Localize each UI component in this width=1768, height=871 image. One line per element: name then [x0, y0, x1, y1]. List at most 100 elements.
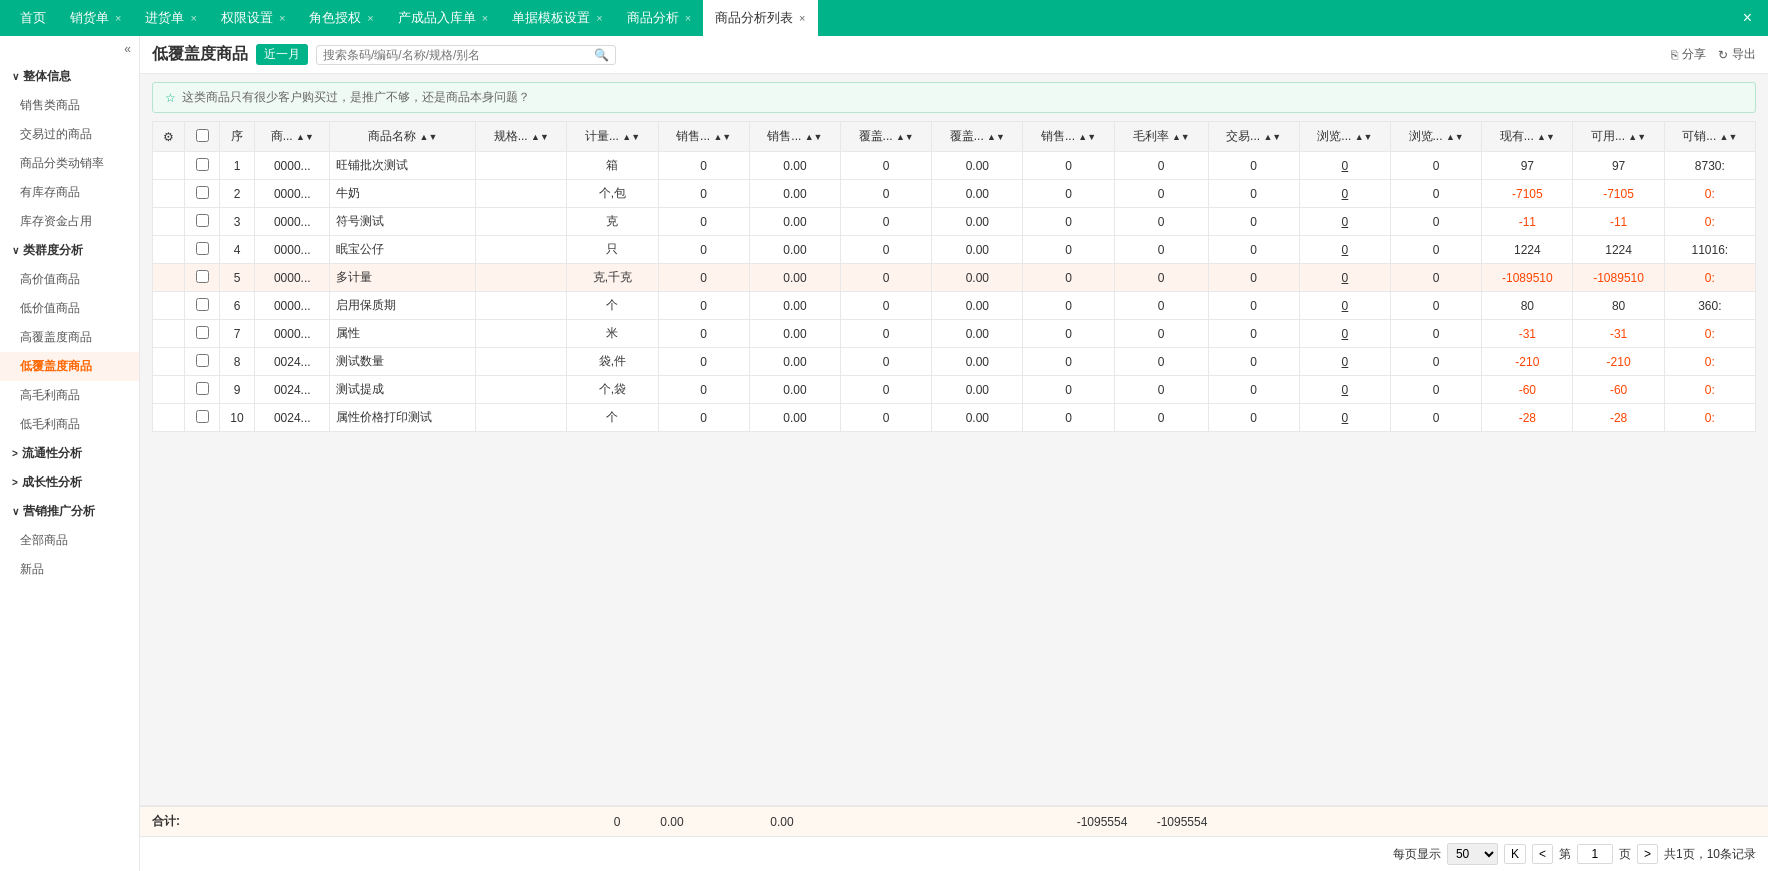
view-link[interactable]: 0: [1342, 271, 1349, 285]
sellable-col-header[interactable]: 可销... ▲▼: [1664, 122, 1755, 152]
table-row: 100024...属性价格打印测试个00.0000.0000000-28-280…: [153, 404, 1756, 432]
prev-page-button[interactable]: <: [1532, 844, 1553, 864]
sidebar-item-high-margin[interactable]: 高毛利商品: [0, 381, 139, 410]
sidebar-section-cluster[interactable]: ∨ 类群度分析: [0, 236, 139, 265]
nav-item-template-settings[interactable]: 单据模板设置×: [500, 0, 614, 36]
nav-item-finished-goods[interactable]: 产成品入库单×: [386, 0, 500, 36]
table-wrapper: ⚙ 序 商... ▲▼ 商品名称 ▲▼ 规格... ▲▼ 计量... ▲▼ 销售…: [140, 121, 1768, 805]
table-cell: [476, 376, 567, 404]
sidebar-item-all-products[interactable]: 全部商品: [0, 526, 139, 555]
view-link[interactable]: 0: [1342, 187, 1349, 201]
table-cell: 克: [567, 208, 658, 236]
page-number-input[interactable]: [1577, 844, 1613, 864]
row-checkbox[interactable]: [196, 242, 209, 255]
row-checkbox[interactable]: [196, 298, 209, 311]
sidebar-item-sales-products[interactable]: 销售类商品: [0, 91, 139, 120]
table-row: 10000...旺铺批次测试箱00.0000.000000097978730:: [153, 152, 1756, 180]
view-link[interactable]: 0: [1342, 243, 1349, 257]
sidebar-section-growth[interactable]: > 成长性分析: [0, 468, 139, 497]
sales-amount-col-header[interactable]: 销售... ▲▼: [749, 122, 840, 152]
close-icon[interactable]: ×: [685, 12, 691, 24]
window-close-button[interactable]: ×: [1735, 9, 1760, 27]
select-all-checkbox[interactable]: [196, 129, 209, 142]
current-col-header[interactable]: 现有... ▲▼: [1482, 122, 1573, 152]
table-cell: 只: [567, 236, 658, 264]
close-icon[interactable]: ×: [596, 12, 602, 24]
close-icon[interactable]: ×: [190, 12, 196, 24]
settings-col-header[interactable]: ⚙: [153, 122, 185, 152]
nav-item-roles[interactable]: 角色授权×: [297, 0, 385, 36]
sidebar-item-category-turnover[interactable]: 商品分类动销率: [0, 149, 139, 178]
close-icon[interactable]: ×: [367, 12, 373, 24]
row-checkbox[interactable]: [196, 382, 209, 395]
table-cell: 0: [1208, 348, 1299, 376]
close-icon[interactable]: ×: [482, 12, 488, 24]
sidebar-item-new-products[interactable]: 新品: [0, 555, 139, 584]
row-checkbox[interactable]: [196, 214, 209, 227]
table-cell: [153, 208, 185, 236]
table-cell: [153, 376, 185, 404]
time-filter-button[interactable]: 近一月: [256, 44, 308, 65]
close-icon[interactable]: ×: [279, 12, 285, 24]
code-col-header[interactable]: 商... ▲▼: [255, 122, 330, 152]
coverage1-col-header[interactable]: 覆盖... ▲▼: [841, 122, 932, 152]
view-link[interactable]: 0: [1342, 215, 1349, 229]
share-button[interactable]: ⎘ 分享: [1671, 46, 1706, 63]
sidebar-section-marketing[interactable]: ∨ 营销推广分析: [0, 497, 139, 526]
view-link[interactable]: 0: [1342, 327, 1349, 341]
export-button[interactable]: ↻ 导出: [1718, 46, 1756, 63]
spec-col-header[interactable]: 规格... ▲▼: [476, 122, 567, 152]
table-cell: 0: [1023, 180, 1114, 208]
sidebar-item-traded-products[interactable]: 交易过的商品: [0, 120, 139, 149]
sales3-col-header[interactable]: 销售... ▲▼: [1023, 122, 1114, 152]
row-checkbox[interactable]: [196, 158, 209, 171]
view-link[interactable]: 0: [1342, 383, 1349, 397]
table-cell: 0: [658, 320, 749, 348]
sidebar-collapse-button[interactable]: «: [0, 36, 139, 62]
table-row: 30000...符号测试克00.0000.0000000-11-110:: [153, 208, 1756, 236]
table-cell: 80: [1482, 292, 1573, 320]
table-cell: 0: [1208, 320, 1299, 348]
sidebar-section-overall[interactable]: ∨ 整体信息: [0, 62, 139, 91]
gross-rate-col-header[interactable]: 毛利率 ▲▼: [1114, 122, 1208, 152]
next-page-button[interactable]: >: [1637, 844, 1658, 864]
row-checkbox[interactable]: [196, 410, 209, 423]
sidebar-item-low-value[interactable]: 低价值商品: [0, 294, 139, 323]
sidebar-item-low-margin[interactable]: 低毛利商品: [0, 410, 139, 439]
close-icon[interactable]: ×: [799, 12, 805, 24]
view-link[interactable]: 0: [1342, 299, 1349, 313]
close-icon[interactable]: ×: [115, 12, 121, 24]
sidebar-item-inventory-capital[interactable]: 库存资金占用: [0, 207, 139, 236]
search-icon[interactable]: 🔍: [594, 48, 609, 62]
nav-item-sales[interactable]: 销货单×: [58, 0, 133, 36]
nav-item-product-analysis[interactable]: 商品分析×: [615, 0, 703, 36]
unit-col-header[interactable]: 计量... ▲▼: [567, 122, 658, 152]
first-page-button[interactable]: K: [1504, 844, 1526, 864]
view-link[interactable]: 0: [1342, 159, 1349, 173]
sidebar-item-inventory-products[interactable]: 有库存商品: [0, 178, 139, 207]
row-checkbox[interactable]: [196, 186, 209, 199]
nav-item-home[interactable]: 首页: [8, 0, 58, 36]
row-checkbox[interactable]: [196, 354, 209, 367]
view1-col-header[interactable]: 浏览... ▲▼: [1299, 122, 1390, 152]
sidebar-item-high-value[interactable]: 高价值商品: [0, 265, 139, 294]
view-link[interactable]: 0: [1342, 411, 1349, 425]
row-checkbox[interactable]: [196, 270, 209, 283]
sidebar-item-low-coverage[interactable]: 低覆盖度商品: [0, 352, 139, 381]
view-link[interactable]: 0: [1342, 355, 1349, 369]
nav-item-product-analysis-list[interactable]: 商品分析列表×: [703, 0, 817, 36]
nav-item-purchase[interactable]: 进货单×: [133, 0, 208, 36]
page-size-select[interactable]: 50 100 200: [1447, 843, 1498, 865]
nav-item-permissions[interactable]: 权限设置×: [209, 0, 297, 36]
available-col-header[interactable]: 可用... ▲▼: [1573, 122, 1664, 152]
trade-col-header[interactable]: 交易... ▲▼: [1208, 122, 1299, 152]
sidebar-section-circulation[interactable]: > 流通性分析: [0, 439, 139, 468]
view2-col-header[interactable]: 浏览... ▲▼: [1391, 122, 1482, 152]
row-checkbox[interactable]: [196, 326, 209, 339]
sales-qty-col-header[interactable]: 销售... ▲▼: [658, 122, 749, 152]
sidebar-item-high-coverage[interactable]: 高覆盖度商品: [0, 323, 139, 352]
coverage2-col-header[interactable]: 覆盖... ▲▼: [932, 122, 1023, 152]
name-col-header[interactable]: 商品名称 ▲▼: [330, 122, 476, 152]
search-input[interactable]: [323, 48, 594, 62]
table-row: 20000...牛奶个,包00.0000.0000000-7105-71050:: [153, 180, 1756, 208]
